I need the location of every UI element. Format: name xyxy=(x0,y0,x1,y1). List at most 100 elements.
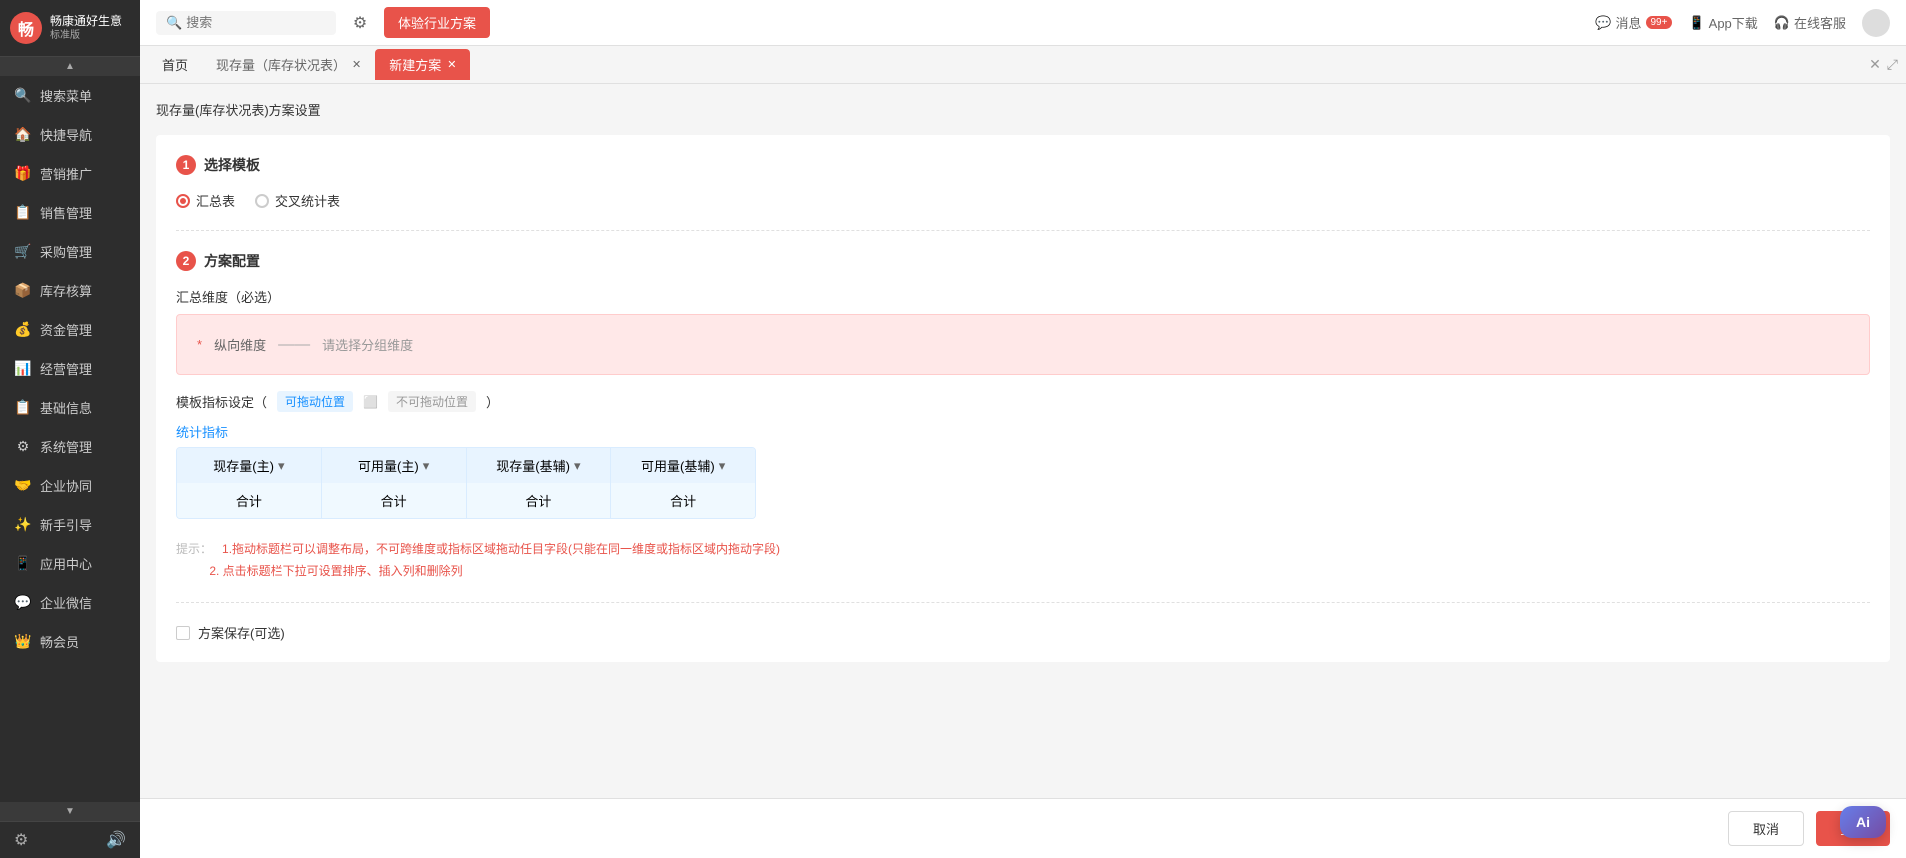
step1-title: 1 选择模板 xyxy=(176,155,1870,175)
tab-inventory-status[interactable]: 现存量（库存状况表） ✕ xyxy=(202,49,375,80)
home-icon: 🏠 xyxy=(14,126,32,144)
app-download-button[interactable]: 📱 App下载 xyxy=(1688,13,1757,32)
stats-header-row: 现存量(主) ▾ 可用量(主) ▾ 现存量(基辅) ▾ xyxy=(177,448,755,483)
topbar-left: 🔍 ⚙ 体验行业方案 xyxy=(156,7,490,38)
search-icon: 🔍 xyxy=(166,15,182,31)
sidebar-item-system[interactable]: ⚙ 系统管理 xyxy=(0,427,140,466)
tabbar: 首页 现存量（库存状况表） ✕ 新建方案 ✕ ✕ ⤢ xyxy=(140,46,1906,84)
message-icon: 💬 xyxy=(1595,15,1611,31)
sidebar-scroll-down[interactable]: ▼ xyxy=(0,802,140,821)
app-icon: 📱 xyxy=(14,555,32,573)
tab-new-plan-close-icon[interactable]: ✕ xyxy=(447,58,456,71)
chart-icon: 📊 xyxy=(14,360,32,378)
online-service-button[interactable]: 🎧 在线客服 xyxy=(1774,13,1846,32)
message-badge: 99+ xyxy=(1646,16,1673,29)
cart-icon: 🛒 xyxy=(14,243,32,261)
drag-badge: 可拖动位置 xyxy=(277,391,353,412)
sidebar-item-marketing[interactable]: 🎁 营销推广 xyxy=(0,154,140,193)
main-area: 🔍 ⚙ 体验行业方案 💬 消息 99+ 📱 App下载 🎧 在线客服 xyxy=(140,0,1906,858)
stats-title: 统计指标 xyxy=(176,422,1870,441)
sidebar-item-corp[interactable]: 🤝 企业协同 xyxy=(0,466,140,505)
stats-col-4-header[interactable]: 可用量(基辅) ▾ xyxy=(611,448,755,483)
cancel-button[interactable]: 取消 xyxy=(1728,811,1804,846)
save-checkbox[interactable] xyxy=(176,626,190,640)
indicator-settings: 模板指标设定（ 可拖动位置 ⬜ 不可拖动位置 ） 统计指标 现存量(主) xyxy=(176,391,1870,519)
tab-home[interactable]: 首页 xyxy=(148,49,202,80)
audio-icon[interactable]: 🔊 xyxy=(106,830,126,850)
tip-2: 2. 点击标题栏下拉可设置排序、插入列和删除列 xyxy=(176,561,1870,583)
user-avatar[interactable] xyxy=(1862,9,1890,37)
page-title: 现存量(库存状况表)方案设置 xyxy=(156,100,1890,119)
stats-col-3-header[interactable]: 现存量(基辅) ▾ xyxy=(467,448,612,483)
sidebar-scroll-up[interactable]: ▲ xyxy=(0,57,140,76)
radio-cross[interactable]: 交叉统计表 xyxy=(255,191,340,210)
basic-icon: 📋 xyxy=(14,399,32,417)
stats-section: 统计指标 现存量(主) ▾ 可用量(主) ▾ xyxy=(176,422,1870,519)
dimension-placeholder: 请选择分组维度 xyxy=(322,335,413,354)
stats-col-4-body: 合计 xyxy=(611,483,755,518)
message-button[interactable]: 💬 消息 99+ xyxy=(1595,13,1672,32)
radio-summary-dot xyxy=(176,194,190,208)
tab-new-plan[interactable]: 新建方案 ✕ xyxy=(375,49,470,80)
sidebar-item-finance[interactable]: 💰 资金管理 xyxy=(0,310,140,349)
money-icon: 💰 xyxy=(14,321,32,339)
sidebar-item-quicknav[interactable]: 🏠 快捷导航 xyxy=(0,115,140,154)
ai-float-button[interactable]: Ai xyxy=(1840,806,1886,838)
wechat-icon: 💬 xyxy=(14,594,32,612)
stats-col-1-header[interactable]: 现存量(主) ▾ xyxy=(177,448,322,483)
box-icon: 📦 xyxy=(14,282,32,300)
step2-section: 2 方案配置 汇总维度（必选） * 纵向维度 —— 请选择分组维度 模板指标设定… xyxy=(176,251,1870,603)
col2-dropdown-icon[interactable]: ▾ xyxy=(423,458,430,474)
tab-inventory-close-icon[interactable]: ✕ xyxy=(352,58,361,71)
search-menu-icon: 🔍 xyxy=(14,87,32,105)
dimension-field-label: 纵向维度 xyxy=(214,335,266,354)
step1-badge: 1 xyxy=(176,155,196,175)
stats-col-1-body: 合计 xyxy=(177,483,322,518)
radio-cross-dot xyxy=(255,194,269,208)
col1-dropdown-icon[interactable]: ▾ xyxy=(278,458,285,474)
dimension-label: 汇总维度（必选） xyxy=(176,287,1870,306)
radio-summary[interactable]: 汇总表 xyxy=(176,191,235,210)
sidebar-item-guide[interactable]: ✨ 新手引导 xyxy=(0,505,140,544)
sidebar-footer: ⚙ 🔊 xyxy=(0,821,140,858)
stats-col-2-header[interactable]: 可用量(主) ▾ xyxy=(322,448,467,483)
col3-dropdown-icon[interactable]: ▾ xyxy=(574,458,581,474)
topbar-settings-icon[interactable]: ⚙ xyxy=(346,9,374,37)
sidebar-item-wechat[interactable]: 💬 企业微信 xyxy=(0,583,140,622)
sidebar: 畅 畅康通好生意 标准版 ▲ 🔍 搜索菜单 🏠 快捷导航 🎁 营销推广 📋 销售… xyxy=(0,0,140,858)
app-logo: 畅 xyxy=(10,12,42,44)
sidebar-item-member[interactable]: 👑 畅会员 xyxy=(0,622,140,661)
search-input[interactable] xyxy=(186,15,306,30)
sidebar-header: 畅 畅康通好生意 标准版 xyxy=(0,0,140,57)
tips-section: 提示： 1.拖动标题栏可以调整布局，不可跨维度或指标区域拖动任目字段(只能在同一… xyxy=(176,539,1870,582)
sales-icon: 📋 xyxy=(14,204,32,222)
dimension-box[interactable]: * 纵向维度 —— 请选择分组维度 xyxy=(176,314,1870,375)
sidebar-item-inventory[interactable]: 📦 库存核算 xyxy=(0,271,140,310)
expand-panel-icon[interactable]: ⤢ xyxy=(1887,56,1898,73)
guide-icon: ✨ xyxy=(14,516,32,534)
col4-dropdown-icon[interactable]: ▾ xyxy=(719,458,726,474)
sidebar-item-sales[interactable]: 📋 销售管理 xyxy=(0,193,140,232)
sidebar-item-ops[interactable]: 📊 经营管理 xyxy=(0,349,140,388)
system-icon: ⚙ xyxy=(14,438,32,456)
download-icon: 📱 xyxy=(1688,15,1704,31)
sidebar-item-basic[interactable]: 📋 基础信息 xyxy=(0,388,140,427)
content-area: 现存量(库存状况表)方案设置 1 选择模板 汇总表 交叉统计表 xyxy=(140,84,1906,798)
sidebar-item-purchase[interactable]: 🛒 采购管理 xyxy=(0,232,140,271)
settings-footer-icon[interactable]: ⚙ xyxy=(14,830,28,850)
sidebar-nav: 🔍 搜索菜单 🏠 快捷导航 🎁 营销推广 📋 销售管理 🛒 采购管理 📦 库存核… xyxy=(0,76,140,802)
close-panel-icon[interactable]: ✕ xyxy=(1869,56,1881,73)
step2-title: 2 方案配置 xyxy=(176,251,1870,271)
sidebar-item-search[interactable]: 🔍 搜索菜单 xyxy=(0,76,140,115)
app-name: 畅康通好生意 标准版 xyxy=(50,14,122,43)
search-box: 🔍 xyxy=(156,11,336,35)
topbar-right: 💬 消息 99+ 📱 App下载 🎧 在线客服 xyxy=(1595,9,1890,37)
indicator-label: 模板指标设定（ 可拖动位置 ⬜ 不可拖动位置 ） xyxy=(176,391,1870,412)
sidebar-item-appstore[interactable]: 📱 应用中心 xyxy=(0,544,140,583)
handshake-icon: 🤝 xyxy=(14,477,32,495)
trial-industry-button[interactable]: 体验行业方案 xyxy=(384,7,490,38)
template-radio-group: 汇总表 交叉统计表 xyxy=(176,191,1870,210)
stats-body-row: 合计 合计 合计 合计 xyxy=(177,483,755,518)
dimension-arrow: —— xyxy=(278,336,310,354)
gift-icon: 🎁 xyxy=(14,165,32,183)
